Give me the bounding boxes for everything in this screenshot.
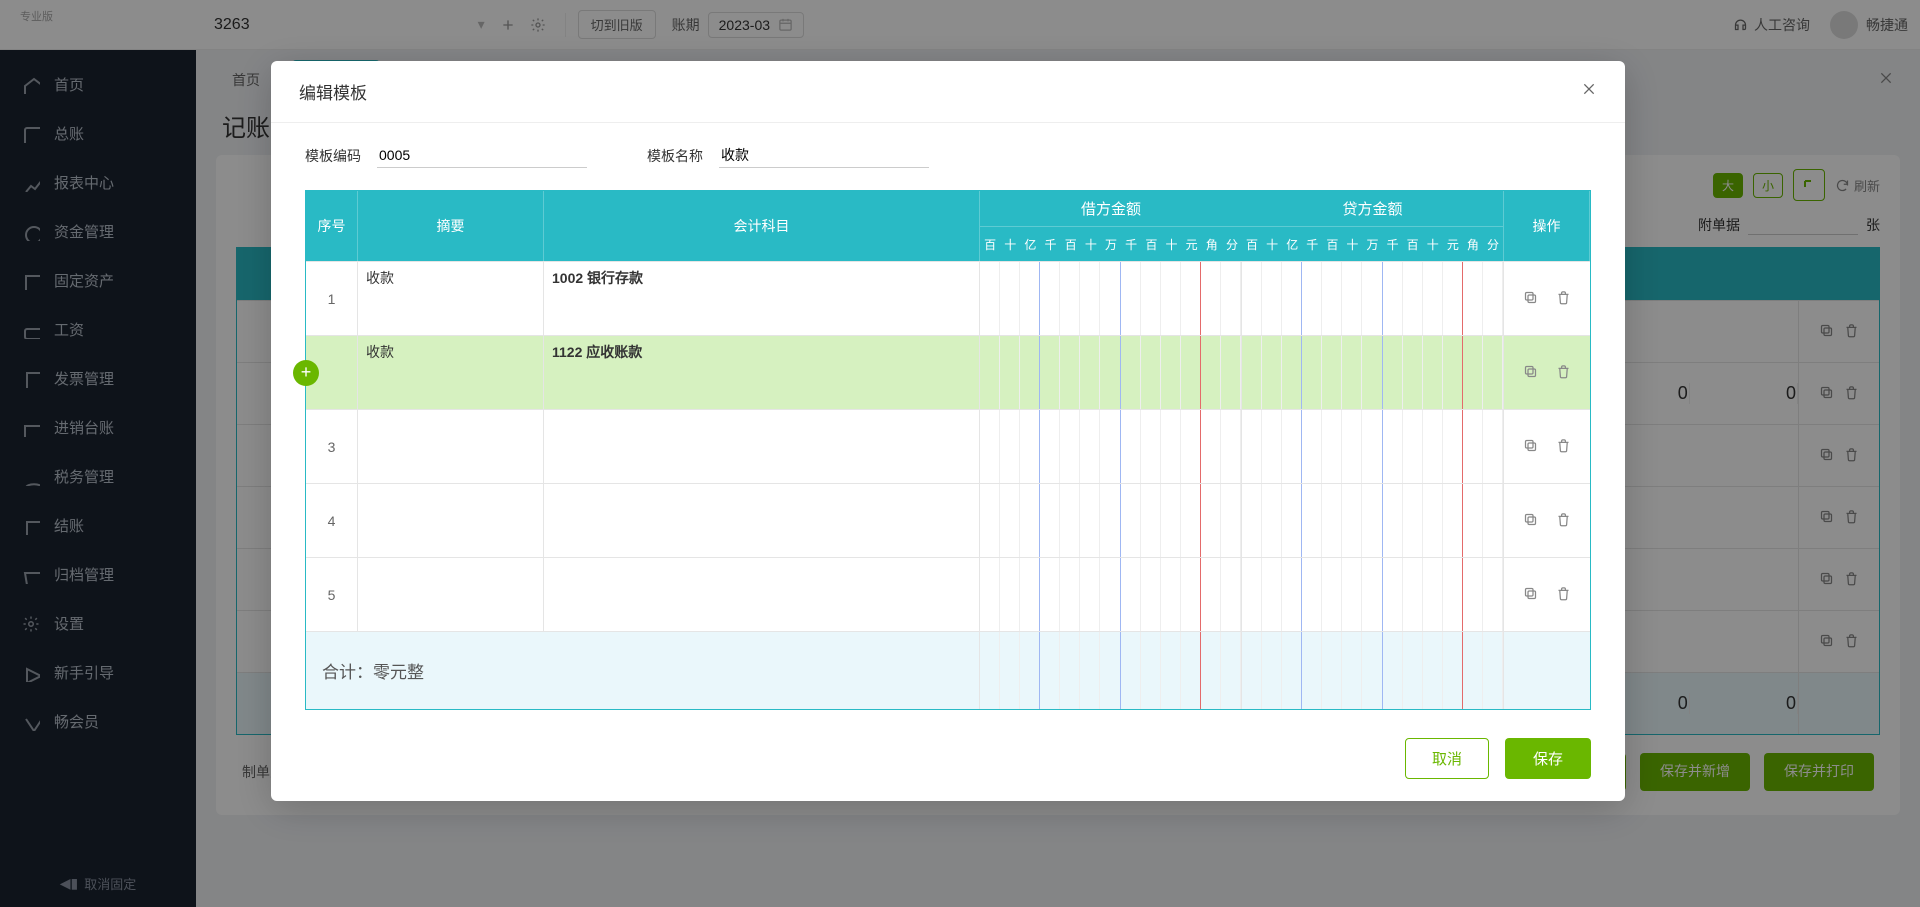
delete-row-icon[interactable]: [1556, 290, 1571, 308]
template-code-label: 模板编码: [305, 146, 361, 166]
row-credit[interactable]: [1242, 484, 1504, 557]
copy-row-icon[interactable]: [1523, 290, 1538, 308]
col-subject: 会计科目: [544, 191, 980, 261]
row-seq: 1: [306, 262, 358, 335]
template-row[interactable]: +收款1122 应收账款: [306, 335, 1590, 409]
delete-row-icon[interactable]: [1556, 364, 1571, 382]
template-table: 序号 摘要 会计科目 借方金额 百十亿千百十万千百十元角分 贷方金额 百十亿千百…: [305, 190, 1591, 710]
row-actions: [1504, 262, 1590, 335]
copy-row-icon[interactable]: [1523, 512, 1538, 530]
row-debit[interactable]: [980, 262, 1242, 335]
row-seq: 3: [306, 410, 358, 483]
row-abstract[interactable]: 收款: [358, 336, 544, 409]
row-debit[interactable]: [980, 484, 1242, 557]
row-debit[interactable]: [980, 410, 1242, 483]
row-actions: [1504, 558, 1590, 631]
row-seq: 5: [306, 558, 358, 631]
row-actions: [1504, 336, 1590, 409]
template-name-input[interactable]: [719, 143, 929, 168]
col-credit: 贷方金额: [1242, 191, 1503, 227]
template-row[interactable]: 1收款1002 银行存款: [306, 261, 1590, 335]
row-seq: 4: [306, 484, 358, 557]
copy-row-icon[interactable]: [1523, 438, 1538, 456]
row-subject[interactable]: 1122 应收账款: [544, 336, 980, 409]
row-debit[interactable]: [980, 336, 1242, 409]
row-subject[interactable]: 1002 银行存款: [544, 262, 980, 335]
col-seq: 序号: [306, 191, 358, 261]
row-actions: [1504, 410, 1590, 483]
template-row[interactable]: 5: [306, 557, 1590, 631]
modal-title: 编辑模板: [299, 79, 367, 104]
row-abstract[interactable]: [358, 410, 544, 483]
row-subject[interactable]: [544, 484, 980, 557]
delete-row-icon[interactable]: [1556, 512, 1571, 530]
row-credit[interactable]: [1242, 558, 1504, 631]
row-subject[interactable]: [544, 558, 980, 631]
edit-template-modal: 编辑模板 模板编码 模板名称 序号 摘要 会计科目 借方金额 百十亿千百十万千百…: [271, 61, 1625, 801]
row-seq: +: [306, 336, 358, 409]
copy-row-icon[interactable]: [1523, 586, 1538, 604]
template-row[interactable]: 3: [306, 409, 1590, 483]
row-subject[interactable]: [544, 410, 980, 483]
row-abstract[interactable]: [358, 484, 544, 557]
copy-row-icon[interactable]: [1523, 364, 1538, 382]
row-credit[interactable]: [1242, 336, 1504, 409]
row-abstract[interactable]: 收款: [358, 262, 544, 335]
delete-row-icon[interactable]: [1556, 586, 1571, 604]
row-credit[interactable]: [1242, 262, 1504, 335]
row-debit[interactable]: [980, 558, 1242, 631]
col-action: 操作: [1504, 191, 1590, 261]
template-row[interactable]: 4: [306, 483, 1590, 557]
add-row-button[interactable]: +: [293, 360, 319, 386]
row-abstract[interactable]: [358, 558, 544, 631]
col-abstract: 摘要: [358, 191, 544, 261]
modal-save-button[interactable]: 保存: [1505, 738, 1591, 779]
delete-row-icon[interactable]: [1556, 438, 1571, 456]
row-actions: [1504, 484, 1590, 557]
col-debit: 借方金额: [980, 191, 1242, 227]
total-label: 合计：零元整: [306, 632, 980, 709]
row-credit[interactable]: [1242, 410, 1504, 483]
template-code-input[interactable]: [377, 143, 587, 168]
cancel-button[interactable]: 取消: [1405, 738, 1489, 779]
template-name-label: 模板名称: [647, 146, 703, 166]
modal-close-icon[interactable]: [1581, 81, 1597, 102]
